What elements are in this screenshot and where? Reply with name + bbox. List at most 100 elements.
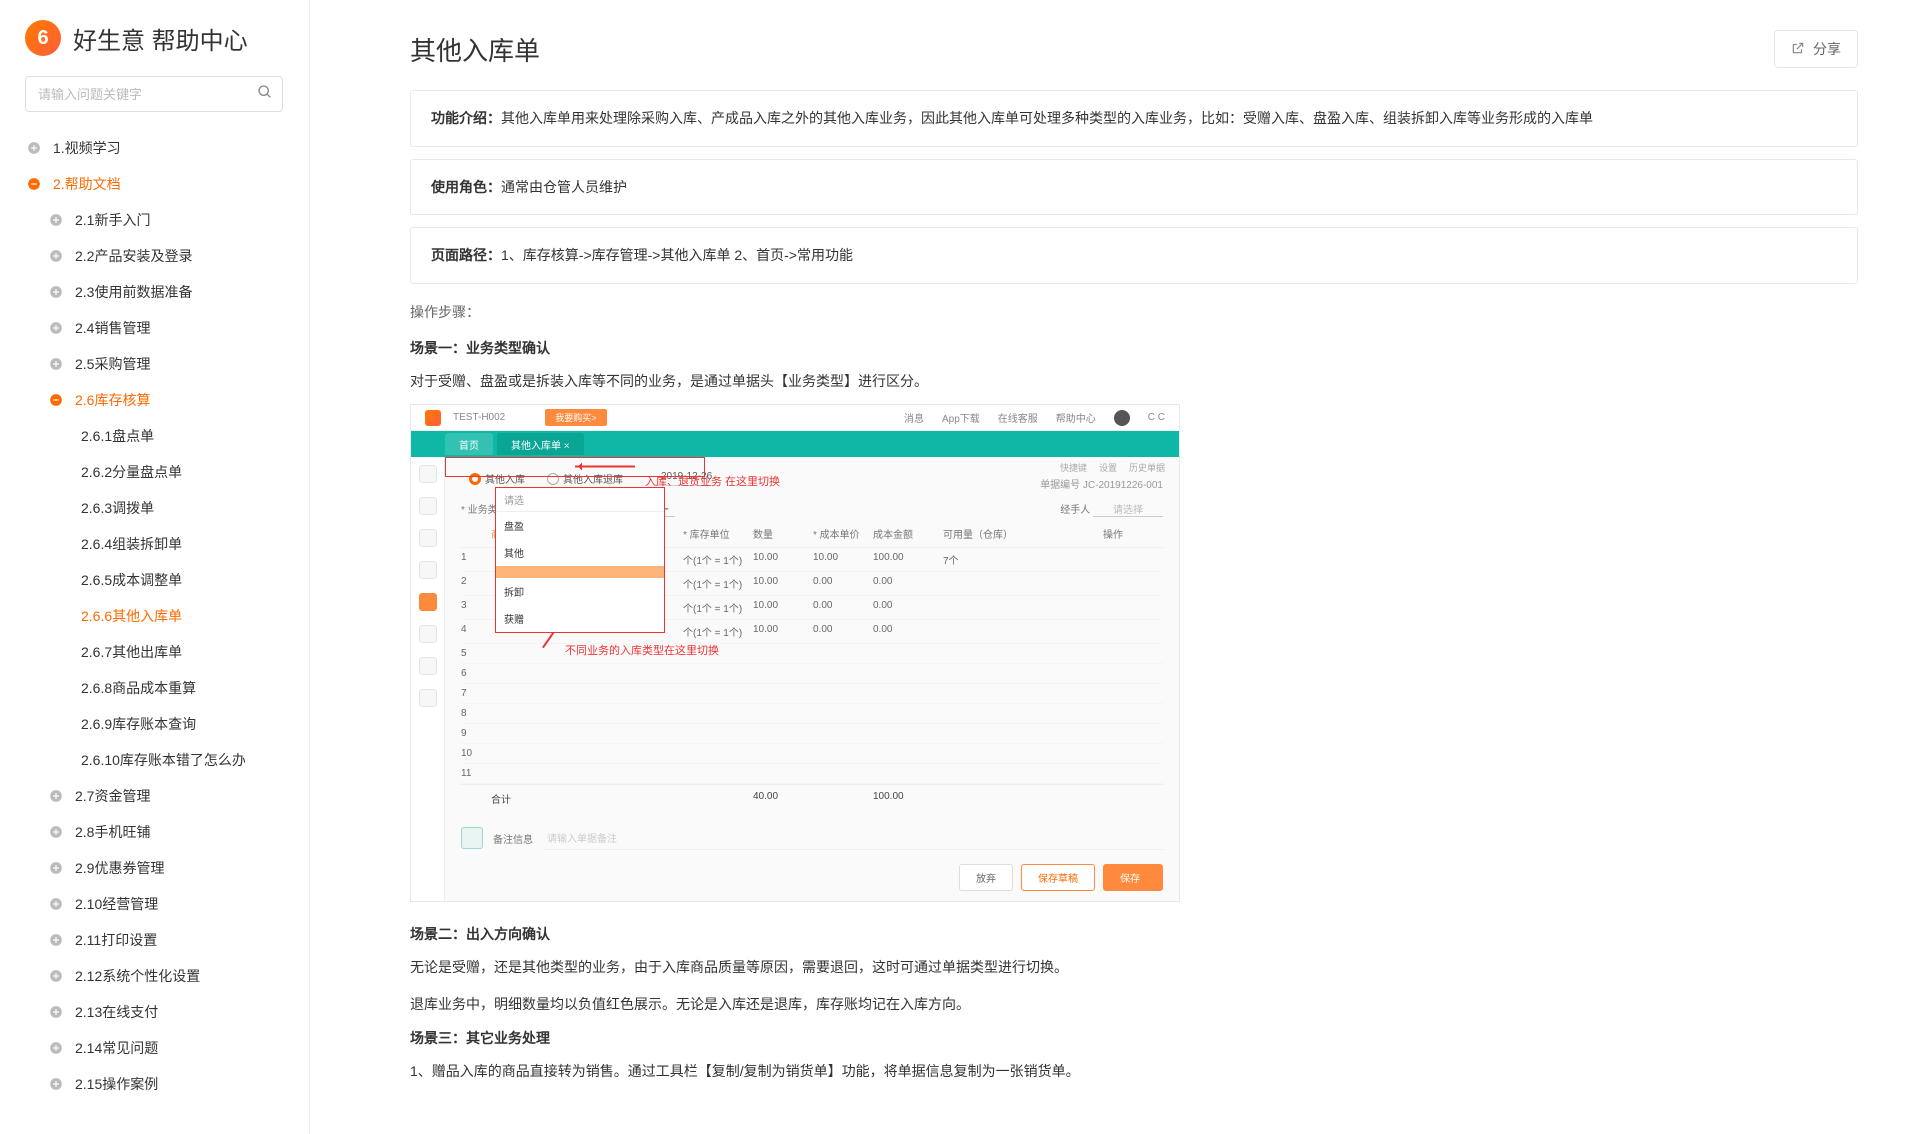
share-icon bbox=[1791, 41, 1805, 58]
scene2-title: 场景二：出入方向确认 bbox=[410, 924, 1858, 944]
img-tabbar: 首页 其他入库单 × bbox=[411, 431, 1179, 457]
img-dropdown: 请选 盘盈 其他 拆卸 获赠 bbox=[495, 487, 665, 633]
info-role: 使用角色：通常由仓管人员维护 bbox=[410, 159, 1858, 216]
main-content: 其他入库单 分享 功能介绍：其他入库单用来处理除采购入库、产成品入库之外的其他入… bbox=[310, 0, 1920, 1134]
rail-icon bbox=[419, 593, 437, 611]
rail-icon bbox=[419, 625, 437, 643]
intro-text: 其他入库单用来处理除采购入库、产成品入库之外的其他入库业务，因此其他入库单可处理… bbox=[501, 110, 1593, 126]
table-row: 9 bbox=[461, 724, 1163, 744]
nav-item-2-15[interactable]: 2.15操作案例 bbox=[47, 1066, 309, 1102]
minus-icon bbox=[47, 391, 65, 409]
scene2-p2: 退库业务中，明细数量均以负值红色展示。无论是入库还是退库，库存账均记在入库方向。 bbox=[410, 991, 1858, 1018]
search-input[interactable] bbox=[25, 76, 283, 112]
nav-item-2-10[interactable]: 2.10经营管理 bbox=[47, 886, 309, 922]
scene3-p1: 1、赠品入库的商品直接转为销售。通过工具栏【复制/复制为销货单】功能，将单据信息… bbox=[410, 1058, 1858, 1085]
screenshot-placeholder: TEST-H002 我要购买> 消息 App下载 在线客服 帮助中心 C C 首… bbox=[410, 404, 1180, 902]
minus-icon bbox=[25, 175, 43, 193]
plus-icon bbox=[47, 1003, 65, 1021]
scene1-title: 场景一：业务类型确认 bbox=[410, 338, 1858, 358]
avatar-icon bbox=[1114, 410, 1130, 426]
nav-item-2-14[interactable]: 2.14常见问题 bbox=[47, 1030, 309, 1066]
nav-item-2-6[interactable]: 2.6库存核算 bbox=[47, 382, 309, 418]
info-intro: 功能介绍：其他入库单用来处理除采购入库、产成品入库之外的其他入库业务，因此其他入… bbox=[410, 90, 1858, 147]
nav-item-2-7[interactable]: 2.7资金管理 bbox=[47, 778, 309, 814]
plus-icon bbox=[47, 283, 65, 301]
nav-item-2-3[interactable]: 2.3使用前数据准备 bbox=[47, 274, 309, 310]
img-save-btn: 保存 bbox=[1103, 864, 1163, 891]
table-row: 8 bbox=[461, 704, 1163, 724]
img-top-msg: 消息 bbox=[904, 410, 924, 425]
scene1-text: 对于受赠、盘盈或是拆装入库等不同的业务，是通过单据头【业务类型】进行区分。 bbox=[410, 368, 1858, 395]
plus-icon bbox=[47, 1075, 65, 1093]
img-topbar: TEST-H002 我要购买> 消息 App下载 在线客服 帮助中心 C C bbox=[411, 405, 1179, 431]
scene3-title: 场景三：其它业务处理 bbox=[410, 1028, 1858, 1048]
plus-icon bbox=[47, 355, 65, 373]
img-btnrow: 放弃 保存草稿 保存 bbox=[461, 864, 1163, 891]
table-row: 11 bbox=[461, 764, 1163, 784]
plus-icon bbox=[47, 967, 65, 985]
plus-icon bbox=[47, 931, 65, 949]
nav-tree: 1.视频学习 2.帮助文档 2.1新手入门 2.2产品安装及登录 2.3使用前数… bbox=[25, 130, 309, 1102]
nav-item-2-6-8[interactable]: 2.6.8商品成本重算 bbox=[81, 670, 309, 706]
nav-item-2-6-1[interactable]: 2.6.1盘点单 bbox=[81, 418, 309, 454]
nav-item-2-9[interactable]: 2.9优惠券管理 bbox=[47, 850, 309, 886]
intro-label: 功能介绍： bbox=[431, 110, 501, 126]
brand: 6 好生意 帮助中心 bbox=[25, 20, 309, 56]
info-path: 页面路径：1、库存核算->库存管理->其他入库单 2、首页->常用功能 bbox=[410, 227, 1858, 284]
img-top-user: C C bbox=[1148, 412, 1165, 423]
nav-item-2-6-10[interactable]: 2.6.10库存账本错了怎么办 bbox=[81, 742, 309, 778]
table-row: 7 bbox=[461, 684, 1163, 704]
nav-item-2-6-6[interactable]: 2.6.6其他入库单 bbox=[81, 598, 309, 634]
img-iconrail bbox=[411, 457, 445, 901]
table-row: 10 bbox=[461, 744, 1163, 764]
plus-icon bbox=[47, 1039, 65, 1057]
plus-icon bbox=[47, 319, 65, 337]
search-icon[interactable] bbox=[257, 84, 273, 103]
nav-item-2-6-7[interactable]: 2.6.7其他出库单 bbox=[81, 634, 309, 670]
sidebar: 6 好生意 帮助中心 1.视频学习 2.帮助文档 2.1新手入门 2.2产品安装… bbox=[0, 0, 310, 1134]
nav-item-2-13[interactable]: 2.13在线支付 bbox=[47, 994, 309, 1030]
img-top-help: 帮助中心 bbox=[1056, 410, 1096, 425]
img-logo-icon bbox=[425, 410, 441, 426]
path-label: 页面路径： bbox=[431, 247, 501, 263]
nav-item-2-6-4[interactable]: 2.6.4组装拆卸单 bbox=[81, 526, 309, 562]
nav-item-2-11[interactable]: 2.11打印设置 bbox=[47, 922, 309, 958]
nav-item-2-5[interactable]: 2.5采购管理 bbox=[47, 346, 309, 382]
brand-title: 好生意 帮助中心 bbox=[73, 21, 248, 56]
img-cancel-btn: 放弃 bbox=[959, 864, 1013, 891]
img-annot1: 入库、退货业务 在这里切换 bbox=[645, 473, 780, 489]
nav-item-2-12[interactable]: 2.12系统个性化设置 bbox=[47, 958, 309, 994]
nav-item-2-6-5[interactable]: 2.6.5成本调整单 bbox=[81, 562, 309, 598]
img-draft-btn: 保存草稿 bbox=[1021, 864, 1095, 891]
scene2-p1: 无论是受赠，还是其他类型的业务，由于入库商品质量等原因，需要退回，这时可通过单据… bbox=[410, 954, 1858, 981]
plus-icon bbox=[25, 139, 43, 157]
plus-icon bbox=[47, 895, 65, 913]
img-buy-btn: 我要购买> bbox=[545, 409, 606, 426]
img-remark: 备注信息 请输入单据备注 bbox=[461, 826, 1163, 850]
rail-icon bbox=[419, 465, 437, 483]
rail-icon bbox=[419, 561, 437, 579]
nav-item-video[interactable]: 1.视频学习 bbox=[25, 130, 309, 166]
nav-item-2-6-9[interactable]: 2.6.9库存账本查询 bbox=[81, 706, 309, 742]
path-text: 1、库存核算->库存管理->其他入库单 2、首页->常用功能 bbox=[501, 247, 853, 263]
plus-icon bbox=[47, 247, 65, 265]
rail-icon bbox=[419, 689, 437, 707]
img-sum-row: 合计40.00100.00 bbox=[461, 784, 1163, 812]
note-icon bbox=[461, 827, 483, 849]
nav-item-docs[interactable]: 2.帮助文档 bbox=[25, 166, 309, 202]
nav-item-2-4[interactable]: 2.4销售管理 bbox=[47, 310, 309, 346]
role-text: 通常由仓管人员维护 bbox=[501, 179, 627, 195]
nav-item-2-1[interactable]: 2.1新手入门 bbox=[47, 202, 309, 238]
search-box bbox=[25, 76, 283, 112]
nav-item-2-2[interactable]: 2.2产品安装及登录 bbox=[47, 238, 309, 274]
plus-icon bbox=[47, 787, 65, 805]
table-row: 6 bbox=[461, 664, 1163, 684]
img-tab-home: 首页 bbox=[445, 433, 493, 455]
share-button[interactable]: 分享 bbox=[1774, 30, 1858, 68]
nav-item-2-6-3[interactable]: 2.6.3调拨单 bbox=[81, 490, 309, 526]
nav-item-2-8[interactable]: 2.8手机旺铺 bbox=[47, 814, 309, 850]
img-annot2: 不同业务的入库类型在这里切换 bbox=[565, 642, 719, 658]
plus-icon bbox=[47, 211, 65, 229]
nav-item-2-6-2[interactable]: 2.6.2分量盘点单 bbox=[81, 454, 309, 490]
plus-icon bbox=[47, 859, 65, 877]
